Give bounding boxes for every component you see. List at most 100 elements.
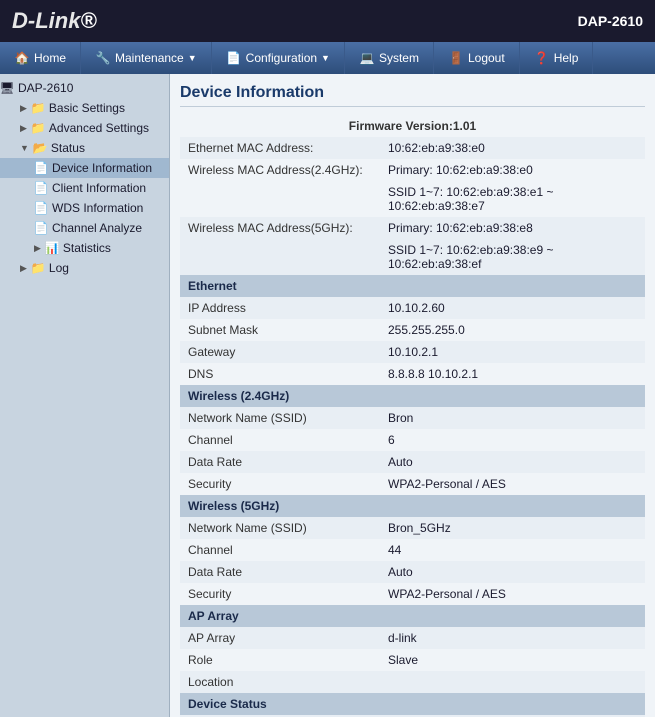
nav-maintenance-label: Maintenance [115,51,184,65]
sidebar-item-device-information[interactable]: 📄 Device Information [0,158,169,178]
sidebar-advanced-settings-label: Advanced Settings [49,121,149,135]
subnet-mask-row: Subnet Mask 255.255.255.0 [180,319,645,341]
configuration-icon: 📄 [226,50,242,66]
ip-address-value: 10.10.2.60 [380,297,645,319]
ssid-5-label: Network Name (SSID) [180,517,380,539]
gateway-value: 10.10.2.1 [380,341,645,363]
security-5-value: WPA2-Personal / AES [380,583,645,605]
wireless-5-mac-label: Wireless MAC Address(5GHz): [180,217,380,239]
wireless-24-mac-ssid: SSID 1~7: 10:62:eb:a9:38:e1 ~ 10:62:eb:a… [380,181,645,217]
datarate-24-row: Data Rate Auto [180,451,645,473]
wireless-5-mac-ssid: SSID 1~7: 10:62:eb:a9:38:e9 ~ 10:62:eb:a… [380,239,645,275]
nav-help[interactable]: ❓ Help [520,42,594,74]
sidebar-item-advanced-settings[interactable]: ▶ 📁 Advanced Settings [0,118,169,138]
logo-text: D-Link [12,8,80,33]
wireless-24-mac-primary: Primary: 10:62:eb:a9:38:e0 [380,159,645,181]
ssid-5-row: Network Name (SSID) Bron_5GHz [180,517,645,539]
nav-help-label: Help [554,51,579,65]
sidebar-log-label: Log [49,261,69,275]
ethernet-section-header: Ethernet [180,275,645,297]
security-5-row: Security WPA2-Personal / AES [180,583,645,605]
sidebar-client-info-label: Client Information [52,181,146,195]
ap-array-row: AP Array d-link [180,627,645,649]
ip-address-row: IP Address 10.10.2.60 [180,297,645,319]
nav-system[interactable]: 💻 System [345,42,434,74]
device-status-section-header: Device Status [180,693,645,715]
page-title: Device Information [180,84,645,107]
channel-24-label: Channel [180,429,380,451]
configuration-dropdown-icon: ▼ [321,53,330,63]
statistics-icon: 📊 [45,241,59,255]
role-label: Role [180,649,380,671]
sidebar-basic-settings-label: Basic Settings [49,101,125,115]
wireless-24-mac-sub-row: SSID 1~7: 10:62:eb:a9:38:e1 ~ 10:62:eb:a… [180,181,645,217]
log-icon: 📁 [31,261,45,275]
datarate-5-value: Auto [380,561,645,583]
sidebar-item-log[interactable]: ▶ 📁 Log [0,258,169,278]
status-expand-icon: ▼ [20,143,29,153]
wireless-5-section-label: Wireless (5GHz) [180,495,645,517]
ap-array-label: AP Array [180,627,380,649]
channel-analyze-icon: 📄 [34,221,48,235]
location-row: Location [180,671,645,693]
channel-24-value: 6 [380,429,645,451]
role-value: Slave [380,649,645,671]
sidebar-wds-info-label: WDS Information [52,201,143,215]
nav-home-label: Home [34,51,66,65]
sidebar: 🖥 DAP-2610 ▶ 📁 Basic Settings ▶ 📁 Advanc… [0,74,170,717]
sidebar-item-basic-settings[interactable]: ▶ 📁 Basic Settings [0,98,169,118]
ssid-5-value: Bron_5GHz [380,517,645,539]
advanced-settings-icon: 📁 [31,121,45,135]
sidebar-status-label: Status [51,141,85,155]
device-status-section-label: Device Status [180,693,645,715]
ip-address-label: IP Address [180,297,380,319]
nav-configuration[interactable]: 📄 Configuration ▼ [212,42,345,74]
logo: D-Link® [12,8,97,34]
wireless-5-section-header: Wireless (5GHz) [180,495,645,517]
sidebar-item-dap2610[interactable]: 🖥 DAP-2610 [0,78,169,98]
channel-5-row: Channel 44 [180,539,645,561]
wireless-24-section-label: Wireless (2.4GHz) [180,385,645,407]
maintenance-icon: 🔧 [95,50,111,66]
subnet-mask-value: 255.255.255.0 [380,319,645,341]
sidebar-statistics-label: Statistics [63,241,111,255]
firmware-value: Firmware Version:1.01 [180,115,645,137]
nav-maintenance[interactable]: 🔧 Maintenance ▼ [81,42,212,74]
wds-info-icon: 📄 [34,201,48,215]
nav-logout[interactable]: 🚪 Logout [434,42,520,74]
sidebar-item-wds-information[interactable]: 📄 WDS Information [0,198,169,218]
datarate-24-label: Data Rate [180,451,380,473]
nav-home[interactable]: 🏠 Home [0,42,81,74]
security-24-label: Security [180,473,380,495]
datarate-24-value: Auto [380,451,645,473]
model-label: DAP-2610 [578,13,643,29]
home-icon: 🏠 [14,50,30,66]
dns-row: DNS 8.8.8.8 10.10.2.1 [180,363,645,385]
basic-settings-icon: 📁 [31,101,45,115]
wireless-24-mac-label: Wireless MAC Address(2.4GHz): [180,159,380,181]
ap-array-section-header: AP Array [180,605,645,627]
sidebar-item-statistics[interactable]: ▶ 📊 Statistics [0,238,169,258]
statistics-expand-icon: ▶ [34,243,41,254]
status-icon: 📂 [33,141,47,155]
channel-24-row: Channel 6 [180,429,645,451]
dns-label: DNS [180,363,380,385]
help-icon: ❓ [534,50,550,66]
sidebar-item-client-information[interactable]: 📄 Client Information [0,178,169,198]
expand-icon: ▶ [20,103,27,114]
device-info-icon: 📄 [34,161,48,175]
ethernet-mac-label: Ethernet MAC Address: [180,137,380,159]
content-area: Device Information Firmware Version:1.01… [170,74,655,717]
security-24-value: WPA2-Personal / AES [380,473,645,495]
logout-icon: 🚪 [448,50,464,66]
header: D-Link® DAP-2610 [0,0,655,42]
sidebar-channel-analyze-label: Channel Analyze [52,221,142,235]
sidebar-item-channel-analyze[interactable]: 📄 Channel Analyze [0,218,169,238]
sidebar-item-status[interactable]: ▼ 📂 Status [0,138,169,158]
wireless-24-mac-row: Wireless MAC Address(2.4GHz): Primary: 1… [180,159,645,181]
ap-array-value: d-link [380,627,645,649]
navbar: 🏠 Home 🔧 Maintenance ▼ 📄 Configuration ▼… [0,42,655,74]
nav-system-label: System [379,51,419,65]
wireless-5-mac-sub-row: SSID 1~7: 10:62:eb:a9:38:e9 ~ 10:62:eb:a… [180,239,645,275]
sidebar-dap2610-label: DAP-2610 [18,81,73,95]
